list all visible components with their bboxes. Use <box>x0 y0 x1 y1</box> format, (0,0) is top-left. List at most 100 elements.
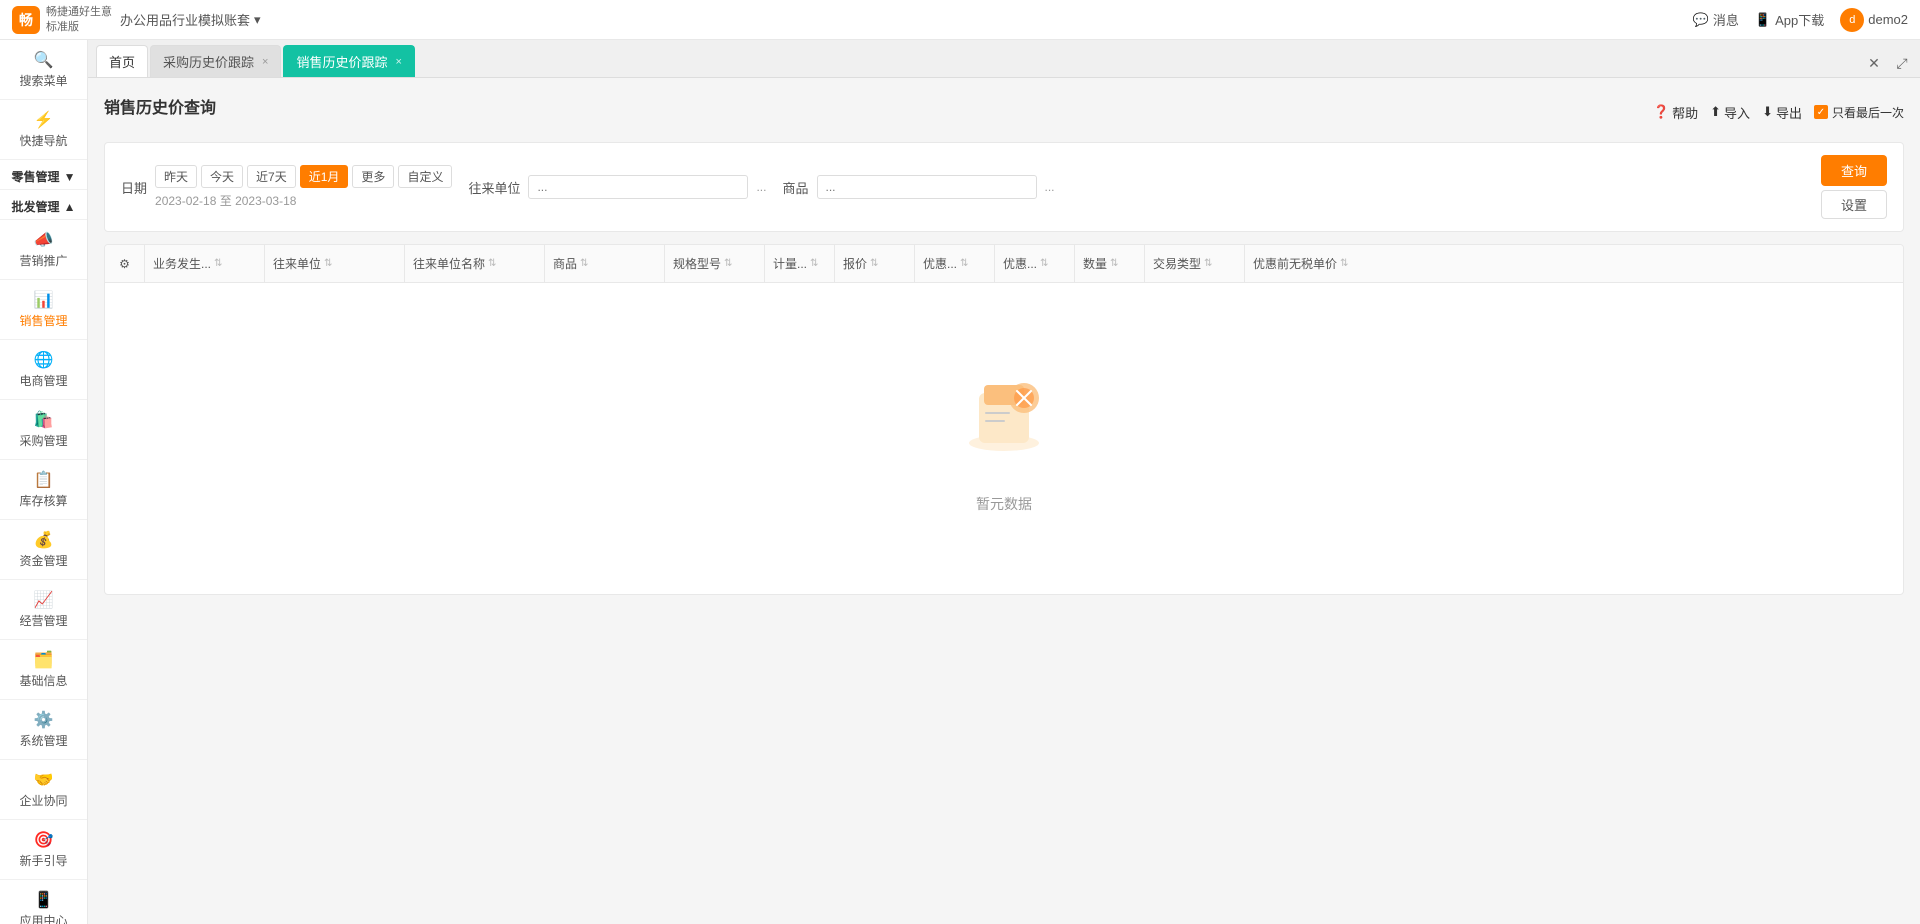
corp-collab-icon: 🤝 <box>34 770 54 790</box>
chevron-down-icon: ▾ <box>254 12 261 28</box>
inventory-icon: 📋 <box>34 470 54 490</box>
chevron-down-icon: ▼ <box>64 170 76 184</box>
close-tab-purchase[interactable]: × <box>262 56 268 68</box>
import-button[interactable]: ⬆ 导入 <box>1710 103 1750 122</box>
export-button[interactable]: ⬇ 导出 <box>1762 103 1802 122</box>
only-last-checkbox[interactable]: ✓ 只看最后一次 <box>1814 104 1904 121</box>
query-row: 日期 昨天 今天 近7天 近1月 更多 自定义 2023-02-18 至 202… <box>121 155 1887 219</box>
sidebar-item-newbie[interactable]: 🎯 新手引导 <box>0 820 87 880</box>
close-tab-sales[interactable]: × <box>395 56 401 68</box>
sidebar-item-inventory[interactable]: 📋 库存核算 <box>0 460 87 520</box>
empty-text: 暂元数据 <box>976 494 1032 514</box>
import-icon: ⬆ <box>1710 104 1721 120</box>
tab-home[interactable]: 首页 <box>96 45 148 77</box>
content-area: 首页 采购历史价跟踪 × 销售历史价跟踪 × ✕ ⤢ 销售历史价查询 <box>88 40 1920 924</box>
goods-filter-field: 商品 ... <box>782 175 1054 199</box>
sort-icon: ⇅ <box>324 258 332 269</box>
date-btn-yesterday[interactable]: 昨天 <box>155 165 197 188</box>
query-button[interactable]: 查询 <box>1821 155 1887 186</box>
sidebar-item-ecommerce[interactable]: 🌐 电商管理 <box>0 340 87 400</box>
th-price[interactable]: 报价 ⇅ <box>835 245 915 282</box>
th-spec[interactable]: 规格型号 ⇅ <box>665 245 765 282</box>
goods-ellipsis[interactable]: ... <box>1045 180 1055 194</box>
partner-ellipsis[interactable]: ... <box>756 180 766 194</box>
avatar: d <box>1840 8 1864 32</box>
sidebar-item-retail[interactable]: 零售管理 ▼ <box>0 160 87 190</box>
th-biz-date[interactable]: 业务发生... ⇅ <box>145 245 265 282</box>
page-title: 销售历史价查询 <box>104 94 216 118</box>
app-selector[interactable]: 办公用品行业模拟账套 ▾ <box>120 10 261 29</box>
th-trade-type[interactable]: 交易类型 ⇅ <box>1145 245 1245 282</box>
th-gear[interactable]: ⚙ <box>105 245 145 282</box>
date-btn-custom[interactable]: 自定义 <box>398 165 452 188</box>
chevron-up-icon: ▲ <box>64 200 76 214</box>
sort-icon: ⇅ <box>870 258 878 269</box>
date-btn-last1m[interactable]: 近1月 <box>300 165 349 188</box>
help-button[interactable]: ❓ 帮助 <box>1653 103 1698 122</box>
partner-label: 往来单位 <box>468 178 520 197</box>
sort-icon: ⇅ <box>1040 258 1048 269</box>
user-menu[interactable]: d demo2 <box>1840 8 1908 32</box>
download-icon: 📱 <box>1755 12 1771 28</box>
app-download-button[interactable]: 📱 App下载 <box>1755 10 1824 29</box>
date-btn-last7[interactable]: 近7天 <box>247 165 296 188</box>
gear-icon: ⚙ <box>119 257 130 271</box>
page-content: 销售历史价查询 ❓ 帮助 ⬆ 导入 ⬇ 导出 ✓ <box>88 78 1920 924</box>
sidebar-item-marketing[interactable]: 📣 营销推广 <box>0 220 87 280</box>
th-goods[interactable]: 商品 ⇅ <box>545 245 665 282</box>
th-unit[interactable]: 计量... ⇅ <box>765 245 835 282</box>
date-btn-more[interactable]: 更多 <box>352 165 394 188</box>
sidebar-item-corp-collab[interactable]: 🤝 企业协同 <box>0 760 87 820</box>
sidebar: 🔍 搜索菜单 ⚡ 快捷导航 零售管理 ▼ 批发管理 ▲ 📣 营销推广 📊 销售管… <box>0 40 88 924</box>
sidebar-item-finance[interactable]: 💰 资金管理 <box>0 520 87 580</box>
top-bar: 畅 畅捷通好生意 标准版 办公用品行业模拟账套 ▾ 💬 消息 📱 App下载 d… <box>0 0 1920 40</box>
sidebar-item-purchase[interactable]: 🛍️ 采购管理 <box>0 400 87 460</box>
sidebar-item-sales[interactable]: 📊 销售管理 <box>0 280 87 340</box>
goods-label: 商品 <box>782 178 808 197</box>
th-qty[interactable]: 数量 ⇅ <box>1075 245 1145 282</box>
goods-input[interactable] <box>817 175 1037 199</box>
date-column: 昨天 今天 近7天 近1月 更多 自定义 2023-02-18 至 2023-0… <box>155 165 452 209</box>
th-partner-name[interactable]: 往来单位名称 ⇅ <box>405 245 545 282</box>
sales-icon: 📊 <box>34 290 54 310</box>
th-discount2[interactable]: 优惠... ⇅ <box>995 245 1075 282</box>
sort-icon: ⇅ <box>810 258 818 269</box>
logo-text: 畅捷通好生意 标准版 <box>46 5 112 34</box>
message-button[interactable]: 💬 消息 <box>1693 10 1739 29</box>
app-center-icon: 📱 <box>34 890 54 910</box>
top-bar-right: 💬 消息 📱 App下载 d demo2 <box>1693 8 1908 32</box>
maximize-button[interactable]: ⤢ <box>1892 53 1912 73</box>
sort-icon: ⇅ <box>580 258 588 269</box>
th-discount1[interactable]: 优惠... ⇅ <box>915 245 995 282</box>
sidebar-item-app-center[interactable]: 📱 应用中心 <box>0 880 87 924</box>
th-pretax-price[interactable]: 优惠前无税单价 ⇅ <box>1245 245 1903 282</box>
system-icon: ⚙️ <box>34 710 54 730</box>
finance-icon: 💰 <box>34 530 54 550</box>
sidebar-item-system[interactable]: ⚙️ 系统管理 <box>0 700 87 760</box>
sidebar-item-search[interactable]: 🔍 搜索菜单 <box>0 40 87 100</box>
close-all-tabs-button[interactable]: ✕ <box>1864 53 1884 73</box>
date-range-text: 2023-02-18 至 2023-03-18 <box>155 192 452 209</box>
partner-filter-field: 往来单位 ... <box>468 175 766 199</box>
settings-button[interactable]: 设置 <box>1821 190 1887 219</box>
sidebar-item-basic[interactable]: 🗂️ 基础信息 <box>0 640 87 700</box>
sidebar-item-operations[interactable]: 📈 经营管理 <box>0 580 87 640</box>
date-btn-today[interactable]: 今天 <box>201 165 243 188</box>
tab-bar: 首页 采购历史价跟踪 × 销售历史价跟踪 × ✕ ⤢ <box>88 40 1920 78</box>
table-header: ⚙ 业务发生... ⇅ 往来单位 ⇅ 往来单位名称 ⇅ <box>105 245 1903 283</box>
logo-area: 畅 畅捷通好生意 标准版 <box>12 5 112 34</box>
tab-sales-history[interactable]: 销售历史价跟踪 × <box>283 45 414 77</box>
export-icon: ⬇ <box>1762 104 1773 120</box>
operations-icon: 📈 <box>34 590 54 610</box>
sidebar-item-shortcuts[interactable]: ⚡ 快捷导航 <box>0 100 87 160</box>
date-label: 日期 <box>121 178 147 197</box>
tab-purchase-history[interactable]: 采购历史价跟踪 × <box>150 45 281 77</box>
main-layout: 🔍 搜索菜单 ⚡ 快捷导航 零售管理 ▼ 批发管理 ▲ 📣 营销推广 📊 销售管… <box>0 40 1920 924</box>
partner-input[interactable] <box>528 175 748 199</box>
top-bar-left: 畅 畅捷通好生意 标准版 办公用品行业模拟账套 ▾ <box>12 5 261 34</box>
message-icon: 💬 <box>1693 12 1709 28</box>
th-partner-code[interactable]: 往来单位 ⇅ <box>265 245 405 282</box>
shortcuts-icon: ⚡ <box>34 110 54 130</box>
sort-icon: ⇅ <box>488 258 496 269</box>
sidebar-item-wholesale[interactable]: 批发管理 ▲ <box>0 190 87 220</box>
